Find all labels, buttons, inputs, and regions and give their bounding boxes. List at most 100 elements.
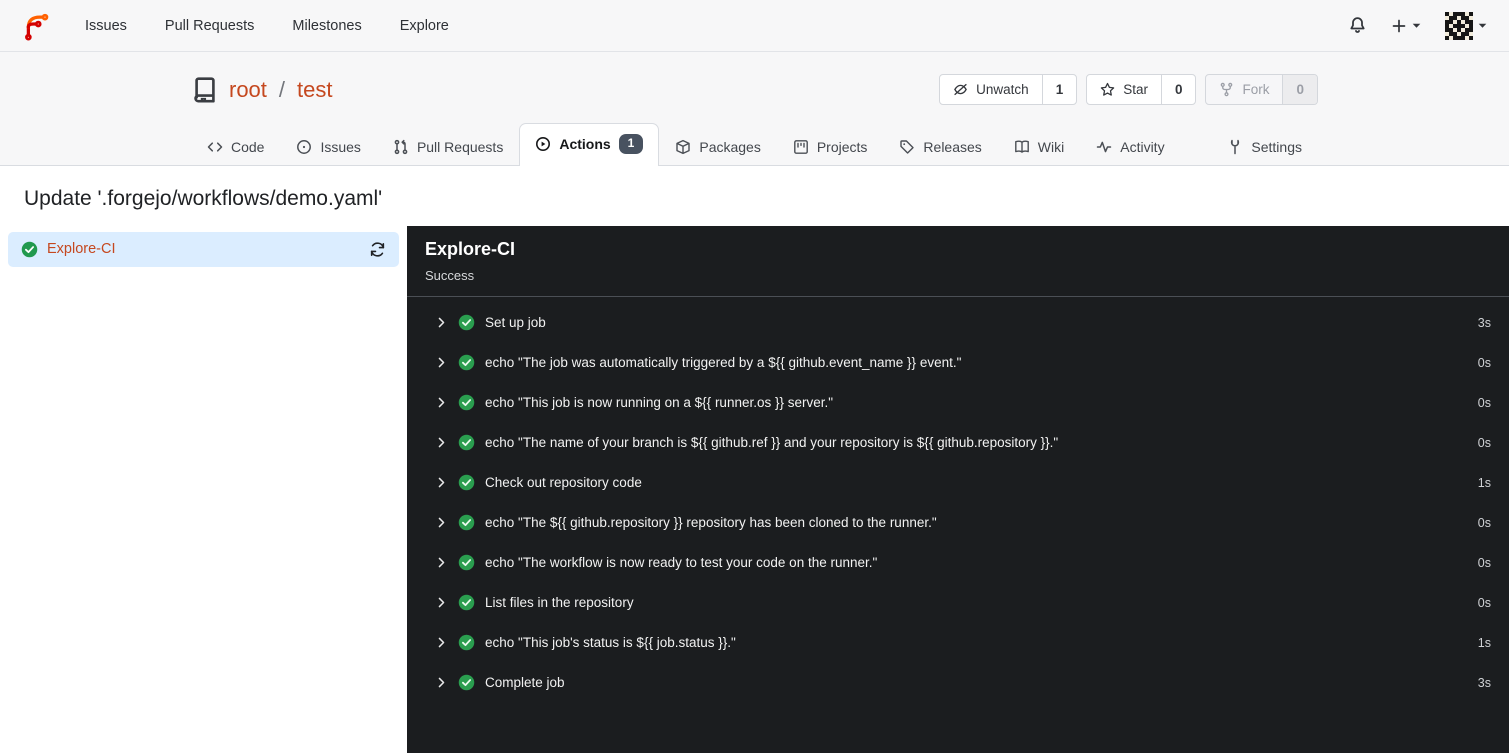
chevron-right-icon	[438, 317, 445, 328]
step-row[interactable]: echo "The name of your branch is ${{ git…	[407, 423, 1509, 463]
tab-settings[interactable]: Settings	[1211, 128, 1318, 166]
navbar-right	[1348, 11, 1493, 40]
step-success-check-icon	[458, 554, 475, 571]
watchers-count[interactable]: 1	[1043, 75, 1077, 104]
star-label: Star	[1123, 82, 1148, 97]
package-icon	[676, 139, 691, 154]
chevron-down-icon	[1412, 23, 1421, 28]
tab-projects[interactable]: Projects	[777, 128, 884, 166]
step-row[interactable]: echo "The ${{ github.repository }} repos…	[407, 503, 1509, 543]
create-new-dropdown[interactable]	[1391, 18, 1421, 34]
repo-action-buttons: Unwatch 1 Star 0 Fork 0	[939, 74, 1318, 105]
fork-button-group: Fork 0	[1205, 74, 1318, 105]
step-name: echo "This job is now running on a ${{ r…	[485, 395, 834, 411]
forks-count[interactable]: 0	[1283, 75, 1317, 104]
tab-releases[interactable]: Releases	[883, 128, 997, 166]
project-board-icon	[793, 139, 808, 154]
step-name: echo "This job's status is ${{ job.statu…	[485, 635, 736, 651]
chevron-right-icon	[438, 437, 445, 448]
issue-icon	[297, 139, 312, 154]
forgejo-logo-icon[interactable]	[22, 11, 52, 41]
refresh-icon[interactable]	[369, 241, 386, 258]
navbar-links: Issues Pull Requests Milestones Explore	[66, 18, 468, 34]
unwatch-button[interactable]: Unwatch	[940, 75, 1043, 104]
step-name: Set up job	[485, 315, 546, 331]
step-success-check-icon	[458, 474, 475, 491]
job-item-label: Explore-CI	[47, 241, 116, 258]
chevron-right-icon	[438, 677, 445, 688]
actions-run-page: Update '.forgejo/workflows/demo.yaml' Ex…	[0, 166, 1509, 753]
step-row[interactable]: Check out repository code 1s	[407, 463, 1509, 503]
navbar-link[interactable]: Explore	[381, 18, 468, 34]
run-details-panel: Explore-CI Success Set up job 3s echo "T…	[407, 225, 1509, 753]
notifications-bell-icon[interactable]	[1348, 16, 1367, 35]
step-name: echo "The workflow is now ready to test …	[485, 555, 878, 571]
unwatch-button-group: Unwatch 1	[939, 74, 1078, 105]
step-duration: 0s	[1477, 595, 1491, 610]
tab-projects-label: Projects	[816, 138, 868, 155]
chevron-right-icon	[438, 597, 445, 608]
run-panel-header: Explore-CI Success	[407, 226, 1509, 297]
step-row[interactable]: echo "This job is now running on a ${{ r…	[407, 383, 1509, 423]
tab-pull-requests-label: Pull Requests	[416, 138, 504, 155]
tab-settings-label: Settings	[1251, 138, 1302, 155]
page-title: Update '.forgejo/workflows/demo.yaml'	[24, 186, 383, 210]
step-row[interactable]: echo "The workflow is now ready to test …	[407, 543, 1509, 583]
star-icon	[1100, 82, 1115, 96]
navbar-link[interactable]: Issues	[66, 18, 146, 34]
wiki-book-icon	[1014, 140, 1029, 153]
repo-owner-link[interactable]: root	[229, 77, 267, 103]
tab-wiki[interactable]: Wiki	[998, 128, 1080, 166]
repo-separator: /	[278, 76, 286, 102]
repo-tabs: Code Issues Pull Requests Actions 1 Pack…	[191, 123, 1318, 166]
tab-packages[interactable]: Packages	[659, 128, 776, 166]
step-row[interactable]: echo "This job's status is ${{ job.statu…	[407, 623, 1509, 663]
tab-actions[interactable]: Actions 1	[519, 123, 660, 166]
step-name: Complete job	[485, 675, 565, 691]
navbar-link[interactable]: Pull Requests	[146, 18, 273, 34]
step-success-check-icon	[458, 514, 475, 531]
tab-activity[interactable]: Activity	[1080, 128, 1180, 166]
star-button[interactable]: Star	[1087, 75, 1162, 104]
tab-activity-label: Activity	[1120, 138, 1165, 155]
chevron-right-icon	[438, 357, 445, 368]
fork-button[interactable]: Fork	[1206, 75, 1284, 104]
fork-label: Fork	[1242, 82, 1270, 97]
fork-icon	[1221, 82, 1233, 97]
step-name: echo "The job was automatically triggere…	[485, 355, 962, 371]
eye-slash-icon	[954, 83, 968, 96]
tab-pull-requests[interactable]: Pull Requests	[377, 128, 519, 166]
user-menu-dropdown[interactable]	[1445, 11, 1487, 40]
step-name: echo "The name of your branch is ${{ git…	[485, 435, 1059, 451]
step-success-check-icon	[458, 394, 475, 411]
step-row[interactable]: echo "The job was automatically triggere…	[407, 343, 1509, 383]
repo-header: root / test Unwatch 1 Star 0 Fork 0 Code…	[0, 52, 1509, 166]
step-duration: 1s	[1477, 475, 1491, 490]
step-duration: 0s	[1477, 555, 1491, 570]
tab-issues[interactable]: Issues	[280, 128, 376, 166]
job-item-explore-ci[interactable]: Explore-CI	[8, 231, 399, 267]
plus-icon	[1392, 19, 1406, 32]
pull-request-icon	[394, 139, 408, 154]
step-row[interactable]: Complete job 3s	[407, 663, 1509, 703]
actions-play-icon	[536, 136, 551, 151]
chevron-right-icon	[438, 637, 445, 648]
step-row[interactable]: Set up job 3s	[407, 303, 1509, 343]
tab-code[interactable]: Code	[191, 128, 280, 166]
tab-releases-label: Releases	[923, 138, 982, 155]
step-duration: 0s	[1477, 355, 1491, 370]
stars-count[interactable]: 0	[1162, 75, 1196, 104]
unwatch-label: Unwatch	[976, 82, 1029, 97]
top-navbar: Issues Pull Requests Milestones Explore	[0, 0, 1509, 52]
activity-pulse-icon	[1096, 141, 1112, 152]
step-name: List files in the repository	[485, 595, 634, 611]
step-row[interactable]: List files in the repository 0s	[407, 583, 1509, 623]
tab-actions-label: Actions	[559, 135, 611, 152]
repo-name-link[interactable]: test	[297, 77, 332, 103]
repo-book-icon	[194, 76, 215, 103]
chevron-down-icon	[1478, 23, 1487, 28]
navbar-link[interactable]: Milestones	[273, 18, 380, 34]
avatar	[1445, 11, 1473, 40]
tag-icon	[900, 139, 915, 154]
tab-wiki-label: Wiki	[1037, 138, 1065, 155]
